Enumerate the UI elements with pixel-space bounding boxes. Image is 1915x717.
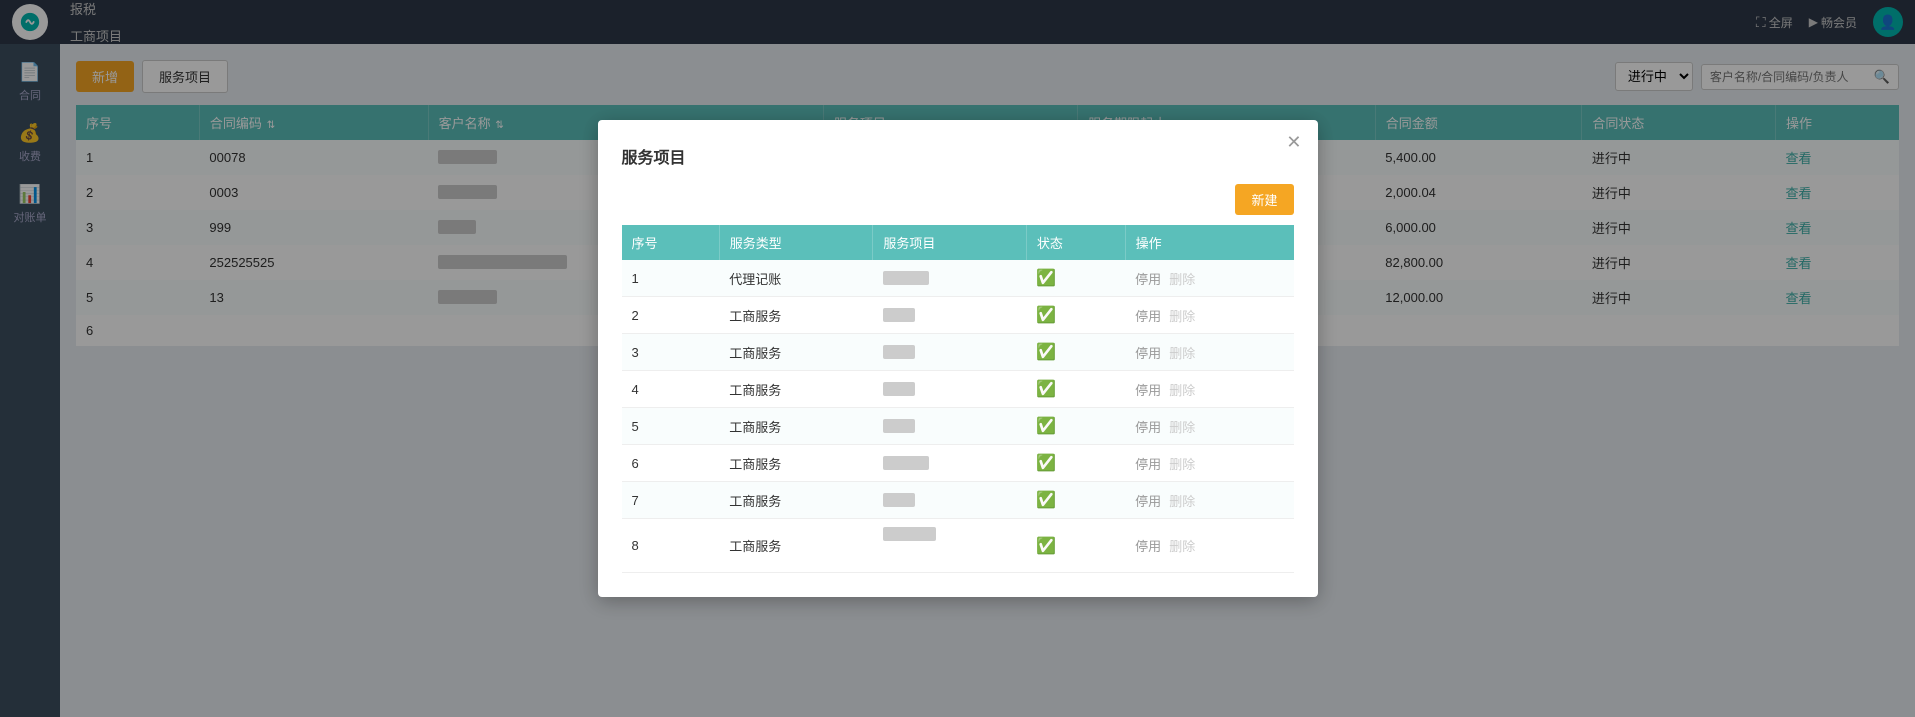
modal-status-cell: ✅ xyxy=(1026,445,1125,482)
stop-button[interactable]: 停用 xyxy=(1135,272,1161,287)
modal-toolbar: 新建 xyxy=(622,184,1294,215)
modal-table-row: 5工商服务XXXX ✅ 停用删除 xyxy=(622,408,1294,445)
delete-button[interactable]: 删除 xyxy=(1169,272,1195,287)
status-check-icon: ✅ xyxy=(1036,270,1056,287)
delete-button[interactable]: 删除 xyxy=(1169,309,1195,324)
modal-table-row: 4工商服务XXXX ✅ 停用删除 xyxy=(622,371,1294,408)
modal-type-cell: 工商服务 xyxy=(719,408,873,445)
modal-table-wrap: 序号服务类型服务项目状态操作 1代理记账XXXX 1✅停用删除2工商服务XXXX… xyxy=(622,225,1294,573)
modal-item-cell: XXXXXX xyxy=(873,445,1027,482)
modal-type-cell: 工商服务 xyxy=(719,482,873,519)
modal-type-cell: 工商服务 xyxy=(719,519,873,573)
modal-close-button[interactable]: ✕ xyxy=(1286,132,1301,153)
modal-item-cell: XXXX xyxy=(873,408,1027,445)
modal-action-cell: 停用删除 xyxy=(1125,334,1293,371)
modal-item-cell: XXXX xyxy=(873,482,1027,519)
modal-action-cell: 停用删除 xyxy=(1125,482,1293,519)
modal-status-cell: ✅ xyxy=(1026,408,1125,445)
stop-button[interactable]: 停用 xyxy=(1135,457,1161,472)
modal-type-cell: 工商服务 xyxy=(719,297,873,334)
modal-status-cell: ✅ xyxy=(1026,519,1125,573)
modal-action-cell: 停用删除 xyxy=(1125,371,1293,408)
modal-type-cell: 代理记账 xyxy=(719,260,873,297)
stop-button[interactable]: 停用 xyxy=(1135,346,1161,361)
modal-table-row: 6工商服务XXXXXX ✅ 停用删除 xyxy=(622,445,1294,482)
stop-button[interactable]: 停用 xyxy=(1135,420,1161,435)
stop-button[interactable]: 停用 xyxy=(1135,539,1161,554)
modal-type-cell: 工商服务 xyxy=(719,371,873,408)
modal-overlay[interactable]: ✕ 服务项目 新建 序号服务类型服务项目状态操作 1代理记账XXXX 1✅停用删… xyxy=(0,0,1915,717)
delete-button[interactable]: 删除 xyxy=(1169,346,1195,361)
modal-column-header: 服务类型 xyxy=(719,225,873,260)
modal-column-header: 状态 xyxy=(1026,225,1125,260)
modal-seq-cell: 2 xyxy=(622,297,720,334)
modal-table-row: 2工商服务XXXX ✅ 停用删除 xyxy=(622,297,1294,334)
modal-status-cell: ✅ xyxy=(1026,482,1125,519)
status-check-icon: ✅ xyxy=(1036,307,1056,324)
modal-title: 服务项目 xyxy=(622,144,1294,168)
modal-item-cell: XXXX xyxy=(873,297,1027,334)
modal-status-cell: ✅ xyxy=(1026,334,1125,371)
modal-item-cell: XXXX 注册 xyxy=(873,519,1027,573)
delete-button[interactable]: 删除 xyxy=(1169,457,1195,472)
status-check-icon: ✅ xyxy=(1036,455,1056,472)
status-check-icon: ✅ xyxy=(1036,538,1056,555)
modal-new-button[interactable]: 新建 xyxy=(1235,184,1293,215)
modal-status-cell: ✅ xyxy=(1026,371,1125,408)
modal-status-cell: ✅ xyxy=(1026,260,1125,297)
status-check-icon: ✅ xyxy=(1036,344,1056,361)
modal-status-cell: ✅ xyxy=(1026,297,1125,334)
modal-seq-cell: 1 xyxy=(622,260,720,297)
status-check-icon: ✅ xyxy=(1036,418,1056,435)
modal-item-cell: XXXX xyxy=(873,371,1027,408)
modal-service-table: 序号服务类型服务项目状态操作 1代理记账XXXX 1✅停用删除2工商服务XXXX… xyxy=(622,225,1294,573)
modal-seq-cell: 6 xyxy=(622,445,720,482)
delete-button[interactable]: 删除 xyxy=(1169,383,1195,398)
modal-column-header: 操作 xyxy=(1125,225,1293,260)
modal-action-cell: 停用删除 xyxy=(1125,519,1293,573)
modal-seq-cell: 3 xyxy=(622,334,720,371)
modal-item-cell: XXXX 1 xyxy=(873,260,1027,297)
modal-table-row: 8工商服务XXXX 注册 ✅ 停用删除 xyxy=(622,519,1294,573)
modal-type-cell: 工商服务 xyxy=(719,334,873,371)
modal-column-header: 序号 xyxy=(622,225,720,260)
status-check-icon: ✅ xyxy=(1036,381,1056,398)
modal-table-body: 1代理记账XXXX 1✅停用删除2工商服务XXXX✅停用删除3工商服务XXXX✅… xyxy=(622,260,1294,573)
modal-action-cell: 停用删除 xyxy=(1125,260,1293,297)
delete-button[interactable]: 删除 xyxy=(1169,420,1195,435)
modal-seq-cell: 7 xyxy=(622,482,720,519)
modal-action-cell: 停用删除 xyxy=(1125,408,1293,445)
modal-column-header: 服务项目 xyxy=(873,225,1027,260)
service-items-modal: ✕ 服务项目 新建 序号服务类型服务项目状态操作 1代理记账XXXX 1✅停用删… xyxy=(598,120,1318,597)
delete-button[interactable]: 删除 xyxy=(1169,494,1195,509)
stop-button[interactable]: 停用 xyxy=(1135,309,1161,324)
stop-button[interactable]: 停用 xyxy=(1135,383,1161,398)
modal-table-row: 1代理记账XXXX 1 ✅ 停用删除 xyxy=(622,260,1294,297)
status-check-icon: ✅ xyxy=(1036,492,1056,509)
modal-seq-cell: 5 xyxy=(622,408,720,445)
modal-table-header: 序号服务类型服务项目状态操作 xyxy=(622,225,1294,260)
modal-item-cell: XXXX xyxy=(873,334,1027,371)
modal-seq-cell: 4 xyxy=(622,371,720,408)
stop-button[interactable]: 停用 xyxy=(1135,494,1161,509)
modal-seq-cell: 8 xyxy=(622,519,720,573)
modal-table-row: 3工商服务XXXX ✅ 停用删除 xyxy=(622,334,1294,371)
modal-action-cell: 停用删除 xyxy=(1125,445,1293,482)
modal-action-cell: 停用删除 xyxy=(1125,297,1293,334)
modal-table-row: 7工商服务XXXX ✅ 停用删除 xyxy=(622,482,1294,519)
delete-button[interactable]: 删除 xyxy=(1169,539,1195,554)
modal-type-cell: 工商服务 xyxy=(719,445,873,482)
